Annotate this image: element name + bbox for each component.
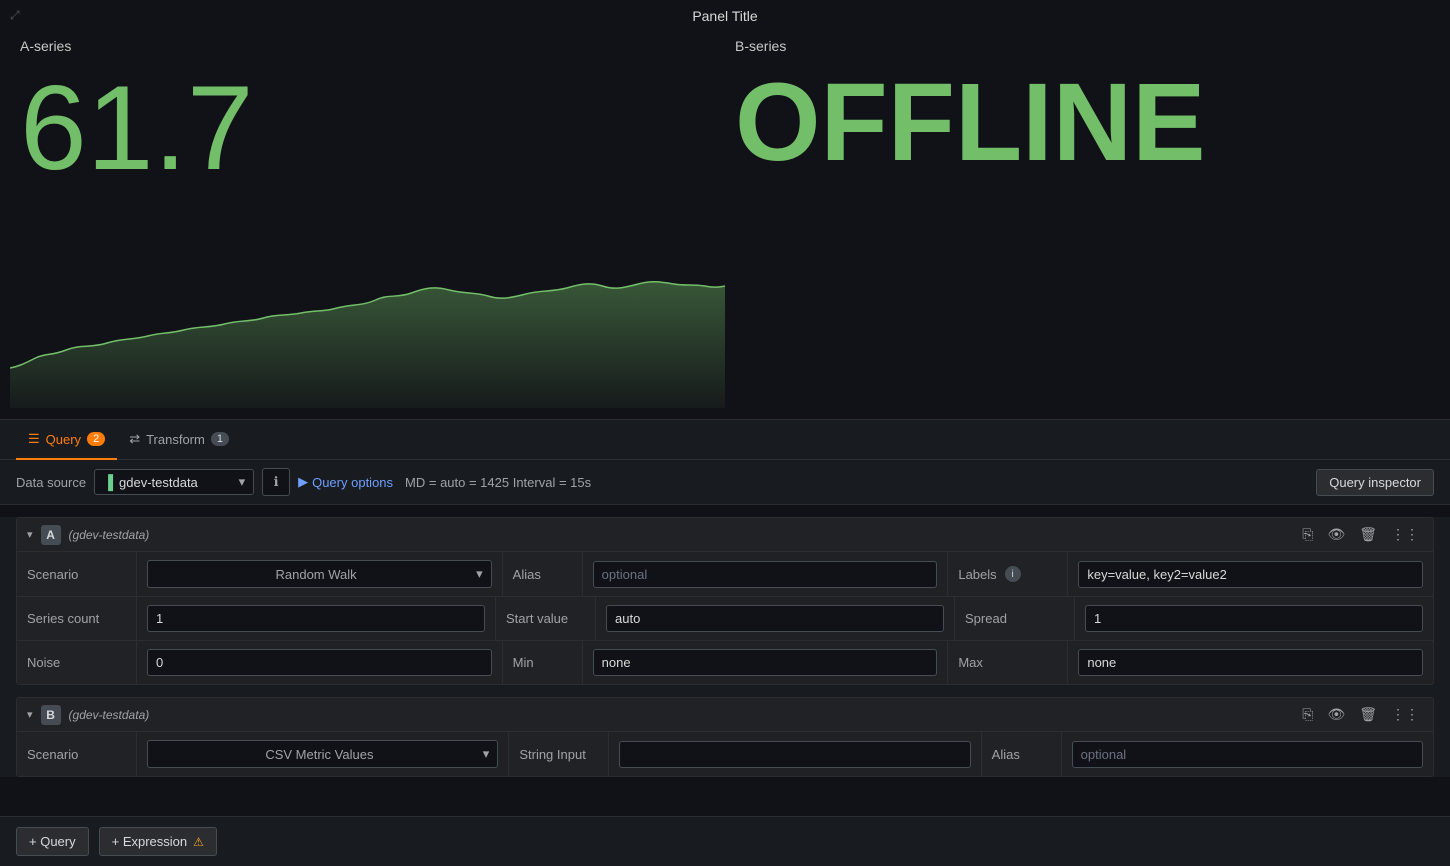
scenario-value: Random Walk (275, 567, 356, 582)
query-tab-badge: 2 (87, 432, 105, 446)
chart-area (10, 278, 725, 408)
toolbar: Data source ▐ gdev-testdata ▾ ℹ ▶ Query … (0, 460, 1450, 505)
query-a-letter: A (41, 525, 61, 545)
panel-visualization: ⤢ Panel Title A-series 61.7 (0, 0, 1450, 420)
labels-input[interactable] (1078, 561, 1423, 588)
add-expression-button[interactable]: + Expression ⚠ (99, 827, 217, 856)
query-b-scenario-label: Scenario (17, 732, 137, 776)
query-options-button[interactable]: ▶ Query options (298, 474, 393, 490)
chart-svg (10, 278, 725, 408)
noise-input[interactable] (147, 649, 492, 676)
warn-icon: ⚠ (193, 835, 204, 849)
datasource-info-button[interactable]: ℹ (262, 468, 290, 496)
panel-title: Panel Title (692, 8, 757, 24)
query-options-label: Query options (312, 475, 393, 490)
viz-content: A-series 61.7 (0, 28, 1450, 408)
min-input[interactable] (593, 649, 938, 676)
spread-input[interactable] (1085, 605, 1423, 632)
max-input[interactable] (1078, 649, 1423, 676)
tab-transform[interactable]: ⇄ Transform 1 (117, 420, 241, 460)
query-b-delete-button[interactable]: 🗑 (1355, 704, 1381, 725)
add-expression-label: + Expression (112, 834, 188, 849)
bottom-bar: + Query + Expression ⚠ (0, 816, 1450, 866)
series-a-value: 61.7 (20, 68, 715, 188)
query-a-actions: ⎘ 👁 🗑 ⋮⋮ (1298, 524, 1423, 545)
query-a-row-3: Noise Min Max (17, 641, 1433, 684)
series-a-label: A-series (20, 38, 715, 54)
query-a-toggle-button[interactable]: 👁 (1323, 524, 1349, 545)
query-tab-icon: ☰ (28, 431, 40, 447)
query-b-actions: ⎘ 👁 🗑 ⋮⋮ (1298, 704, 1423, 725)
query-meta: MD = auto = 1425 Interval = 15s (405, 475, 591, 490)
chart-fill (10, 282, 725, 408)
max-label: Max (948, 641, 1068, 684)
alias-label: Alias (503, 552, 583, 596)
query-a-ds-name: (gdev-testdata) (69, 528, 150, 542)
transform-tab-label: Transform (146, 432, 205, 447)
query-b-duplicate-button[interactable]: ⎘ (1298, 704, 1317, 725)
spread-label: Spread (955, 597, 1075, 640)
chevron-down-icon: ▾ (239, 474, 246, 490)
series-b-label: B-series (735, 38, 1430, 54)
labels-label: Labels (958, 567, 996, 582)
query-a-header: ▾ A (gdev-testdata) ⎘ 👁 🗑 ⋮⋮ (16, 517, 1434, 552)
query-b-scenario-select[interactable]: CSV Metric Values ▾ (147, 740, 498, 768)
panel-title-bar: Panel Title (0, 0, 1450, 28)
query-b-ds-name: (gdev-testdata) (69, 708, 150, 722)
query-b-letter: B (41, 705, 61, 725)
string-input[interactable] (619, 741, 970, 768)
datasource-select[interactable]: ▐ gdev-testdata ▾ (94, 469, 254, 495)
series-count-input[interactable] (147, 605, 485, 632)
query-b-header: ▾ B (gdev-testdata) ⎘ 👁 🗑 ⋮⋮ (16, 697, 1434, 732)
string-input-label: String Input (509, 732, 609, 776)
scenario-label: Scenario (17, 552, 137, 596)
query-b-toggle-button[interactable]: 👁 (1323, 704, 1349, 725)
query-a-delete-button[interactable]: 🗑 (1355, 524, 1381, 545)
transform-tab-icon: ⇄ (129, 431, 140, 447)
query-a-fields: Scenario Random Walk ▾ Alias Labels i Se… (16, 552, 1434, 685)
noise-label: Noise (17, 641, 137, 684)
tabs-bar: ☰ Query 2 ⇄ Transform 1 (0, 420, 1450, 460)
datasource-label: Data source (16, 475, 86, 490)
scenario-select[interactable]: Random Walk ▾ (147, 560, 492, 588)
query-a-more-button[interactable]: ⋮⋮ (1387, 524, 1423, 545)
alias-input[interactable] (593, 561, 938, 588)
query-a-row-2: Series count Start value Spread (17, 597, 1433, 641)
scenario-chevron-icon: ▾ (476, 566, 483, 582)
query-a-row-1: Scenario Random Walk ▾ Alias Labels i (17, 552, 1433, 597)
series-b-value: OFFLINE (735, 68, 1430, 178)
viz-left: A-series 61.7 (10, 28, 725, 408)
query-section: ▾ A (gdev-testdata) ⎘ 👁 🗑 ⋮⋮ Scenario Ra… (0, 517, 1450, 777)
series-count-label: Series count (17, 597, 137, 640)
tab-query[interactable]: ☰ Query 2 (16, 420, 117, 460)
datasource-icon: ▐ (103, 474, 113, 490)
query-inspector-button[interactable]: Query inspector (1316, 469, 1434, 496)
query-a-duplicate-button[interactable]: ⎘ (1298, 524, 1317, 545)
query-b-scenario-chevron-icon: ▾ (483, 746, 490, 762)
viz-right: B-series OFFLINE (725, 28, 1440, 408)
query-b-alias-input[interactable] (1072, 741, 1423, 768)
query-b-alias-label: Alias (982, 732, 1062, 776)
transform-tab-badge: 1 (211, 432, 229, 446)
labels-info-icon[interactable]: i (1005, 566, 1021, 582)
add-query-button[interactable]: + Query (16, 827, 89, 856)
query-b-fields: Scenario CSV Metric Values ▾ String Inpu… (16, 732, 1434, 777)
query-b-scenario-value: CSV Metric Values (265, 747, 373, 762)
start-value-label: Start value (496, 597, 596, 640)
query-b-collapse-button[interactable]: ▾ (27, 708, 33, 721)
query-b-row-1: Scenario CSV Metric Values ▾ String Inpu… (17, 732, 1433, 776)
query-tab-label: Query (46, 432, 81, 447)
datasource-name: gdev-testdata (119, 475, 198, 490)
query-options-chevron-icon: ▶ (298, 474, 308, 490)
min-label: Min (503, 641, 583, 684)
query-b-more-button[interactable]: ⋮⋮ (1387, 704, 1423, 725)
start-value-input[interactable] (606, 605, 944, 632)
query-a-collapse-button[interactable]: ▾ (27, 528, 33, 541)
panel-expand-icon[interactable]: ⤢ (10, 8, 20, 23)
